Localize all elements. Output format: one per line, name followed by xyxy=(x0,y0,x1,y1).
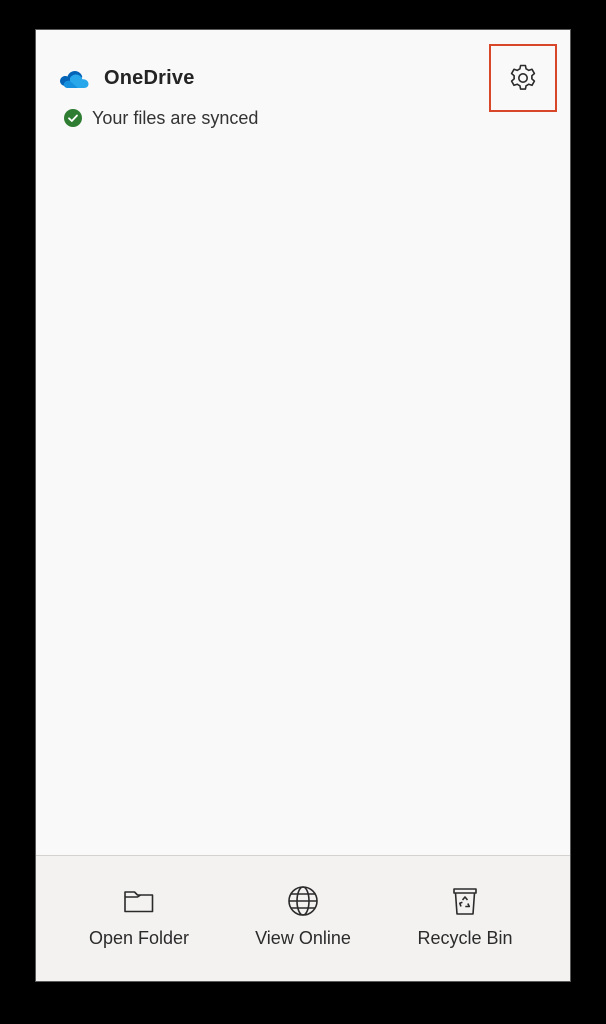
globe-icon xyxy=(288,886,318,916)
gear-icon xyxy=(510,64,536,90)
recycle-bin-icon xyxy=(453,888,477,915)
sync-status-text: Your files are synced xyxy=(92,107,259,128)
view-online-button[interactable]: View Online xyxy=(228,884,378,964)
onedrive-cloud-icon xyxy=(58,68,90,90)
folder-icon xyxy=(124,891,154,913)
app-title: OneDrive xyxy=(104,67,195,89)
open-folder-button[interactable]: Open Folder xyxy=(64,884,214,964)
header: OneDrive Your files are synced xyxy=(36,30,570,140)
footer-actions: Open Folder View Online Recycle Bin xyxy=(36,855,570,981)
recycle-bin-button[interactable]: Recycle Bin xyxy=(390,884,540,964)
onedrive-flyout: OneDrive Your files are synced Open Fold… xyxy=(35,29,571,982)
open-folder-label: Open Folder xyxy=(88,928,190,948)
sync-status: Your files are synced xyxy=(64,107,258,129)
checkmark-circle-icon xyxy=(64,109,82,127)
view-online-label: View Online xyxy=(255,928,351,948)
settings-button[interactable] xyxy=(489,44,557,112)
recycle-bin-label: Recycle Bin xyxy=(417,928,513,948)
